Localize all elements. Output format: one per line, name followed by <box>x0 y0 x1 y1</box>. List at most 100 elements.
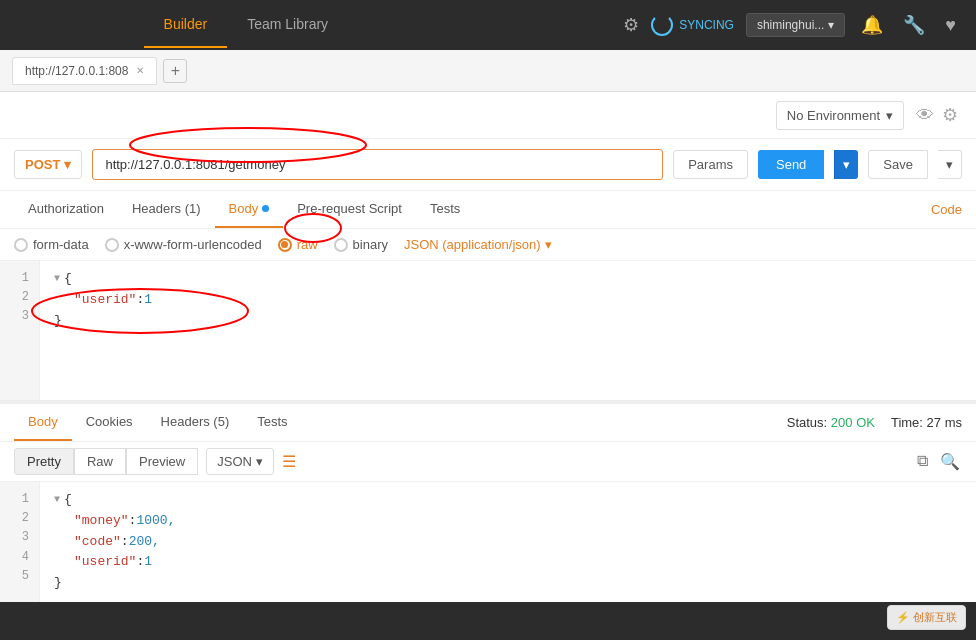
resp-line-4: "userid" : 1 <box>54 552 962 573</box>
resp-line-2: "money" : 1000, <box>54 511 962 532</box>
send-button[interactable]: Send <box>758 150 824 179</box>
raw-option[interactable]: raw <box>278 237 318 252</box>
request-body-content[interactable]: ▼ { "userid" : 1 } <box>40 261 976 400</box>
resp-collapse-arrow[interactable]: ▼ <box>54 492 60 508</box>
method-label: POST <box>25 157 60 172</box>
tab-tests[interactable]: Tests <box>416 191 474 228</box>
response-section: Body Cookies Headers (5) Tests Status: 2… <box>0 401 976 602</box>
sync-area: SYNCING <box>651 14 734 36</box>
response-body-display: 1 2 3 4 5 ▼ { "money" : 1000, "code" : 2… <box>0 482 976 602</box>
response-toolbar: Pretty Raw Preview JSON ▾ ☰ ⧉ 🔍 <box>0 442 976 482</box>
request-sub-tabs: Authorization Headers (1) Body Pre-reque… <box>0 191 976 229</box>
binary-label: binary <box>353 237 388 252</box>
request-body-editor[interactable]: 1 2 3 ▼ { "userid" : 1 } <box>0 261 976 401</box>
method-chevron: ▾ <box>64 157 71 172</box>
body-type-bar: form-data x-www-form-urlencoded raw bina… <box>0 229 976 261</box>
response-tab-tests[interactable]: Tests <box>243 404 301 441</box>
url-input[interactable] <box>92 149 663 180</box>
response-tab-headers[interactable]: Headers (5) <box>147 404 244 441</box>
json-format-label: JSON (application/json) <box>404 237 541 252</box>
json-format-select[interactable]: JSON (application/json) ▾ <box>404 237 552 252</box>
raw-label: raw <box>297 237 318 252</box>
form-data-option[interactable]: form-data <box>14 237 89 252</box>
time-label: Time: 27 ms <box>891 415 962 430</box>
top-nav: Builder Team Library ⚙ SYNCING shiminghu… <box>0 0 976 50</box>
code-link[interactable]: Code <box>931 202 962 217</box>
time-prefix: Time: <box>891 415 923 430</box>
binary-option[interactable]: binary <box>334 237 388 252</box>
urlencoded-radio[interactable] <box>105 238 119 252</box>
status-label: Status: 200 OK <box>787 415 875 430</box>
filter-icon[interactable]: ☰ <box>282 452 296 471</box>
response-tab-bar: Body Cookies Headers (5) Tests Status: 2… <box>0 404 976 442</box>
code-line-1: ▼ { <box>54 269 962 290</box>
eye-icon[interactable]: 👁 <box>912 101 938 130</box>
user-label: shiminghui... <box>757 18 824 32</box>
nav-right: ⚙ SYNCING shiminghui... ▾ 🔔 🔧 ♥ <box>623 10 960 40</box>
tab-team-library[interactable]: Team Library <box>227 2 348 48</box>
pretty-button[interactable]: Pretty <box>14 448 74 475</box>
response-code-content: ▼ { "money" : 1000, "code" : 200, "useri… <box>40 482 976 602</box>
tab-authorization[interactable]: Authorization <box>14 191 118 228</box>
resp-line-3: "code" : 200, <box>54 532 962 553</box>
env-bar: No Environment ▾ 👁 ⚙ <box>0 92 976 139</box>
wrench-icon[interactable]: 🔧 <box>899 10 929 40</box>
search-icon[interactable]: 🔍 <box>938 450 962 473</box>
tab-body[interactable]: Body <box>215 191 284 228</box>
line-numbers: 1 2 3 <box>0 261 40 400</box>
code-line-3: } <box>54 311 962 332</box>
raw-button[interactable]: Raw <box>74 448 126 475</box>
body-dot-indicator <box>262 205 269 212</box>
save-button[interactable]: Save <box>868 150 928 179</box>
status-prefix: Status: <box>787 415 827 430</box>
code-line-2: "userid" : 1 <box>54 290 962 311</box>
settings-icon[interactable]: ⚙ <box>623 14 639 36</box>
send-dropdown-button[interactable]: ▾ <box>834 150 858 179</box>
form-data-radio[interactable] <box>14 238 28 252</box>
environment-select[interactable]: No Environment ▾ <box>776 101 904 130</box>
response-format-select[interactable]: JSON ▾ <box>206 448 274 475</box>
tab-headers[interactable]: Headers (1) <box>118 191 215 228</box>
method-select[interactable]: POST ▾ <box>14 150 82 179</box>
sync-label: SYNCING <box>679 18 734 32</box>
sync-spinner <box>651 14 673 36</box>
urlencoded-option[interactable]: x-www-form-urlencoded <box>105 237 262 252</box>
status-value: 200 OK <box>831 415 875 430</box>
binary-radio[interactable] <box>334 238 348 252</box>
collapse-arrow[interactable]: ▼ <box>54 271 60 287</box>
request-bar: POST ▾ Params Send ▾ Save ▾ <box>0 139 976 191</box>
form-data-label: form-data <box>33 237 89 252</box>
chevron-down-icon: ▾ <box>828 18 834 32</box>
response-tab-body[interactable]: Body <box>14 404 72 441</box>
tab-builder[interactable]: Builder <box>144 2 228 48</box>
response-action-icons: ⧉ 🔍 <box>915 450 962 473</box>
env-settings-icon[interactable]: ⚙ <box>938 100 962 130</box>
env-label: No Environment <box>787 108 880 123</box>
time-value: 27 ms <box>927 415 962 430</box>
chevron-down-icon: ▾ <box>886 108 893 123</box>
new-tab-button[interactable]: + <box>163 59 187 83</box>
nav-tabs: Builder Team Library <box>144 2 349 48</box>
response-tab-cookies[interactable]: Cookies <box>72 404 147 441</box>
open-tab[interactable]: http://127.0.0.1:808 ✕ <box>12 57 157 85</box>
raw-radio[interactable] <box>278 238 292 252</box>
response-line-numbers: 1 2 3 4 5 <box>0 482 40 602</box>
copy-icon[interactable]: ⧉ <box>915 450 930 473</box>
response-status-bar: Status: 200 OK Time: 27 ms <box>787 415 962 430</box>
resp-line-5: } <box>54 573 962 594</box>
save-dropdown-button[interactable]: ▾ <box>938 150 962 179</box>
format-chevron: ▾ <box>256 454 263 469</box>
body-tab-label: Body <box>229 201 259 216</box>
format-label: JSON <box>217 454 252 469</box>
params-button[interactable]: Params <box>673 150 748 179</box>
tab-close-btn[interactable]: ✕ <box>136 65 144 76</box>
request-section: No Environment ▾ 👁 ⚙ POST ▾ Params Send … <box>0 92 976 401</box>
resp-line-1: ▼ { <box>54 490 962 511</box>
bell-icon[interactable]: 🔔 <box>857 10 887 40</box>
user-dropdown[interactable]: shiminghui... ▾ <box>746 13 845 37</box>
tab-pre-request[interactable]: Pre-request Script <box>283 191 416 228</box>
heart-icon[interactable]: ♥ <box>941 11 960 40</box>
tab-bar: http://127.0.0.1:808 ✕ + <box>0 50 976 92</box>
preview-button[interactable]: Preview <box>126 448 198 475</box>
tab-url: http://127.0.0.1:808 <box>25 64 128 78</box>
